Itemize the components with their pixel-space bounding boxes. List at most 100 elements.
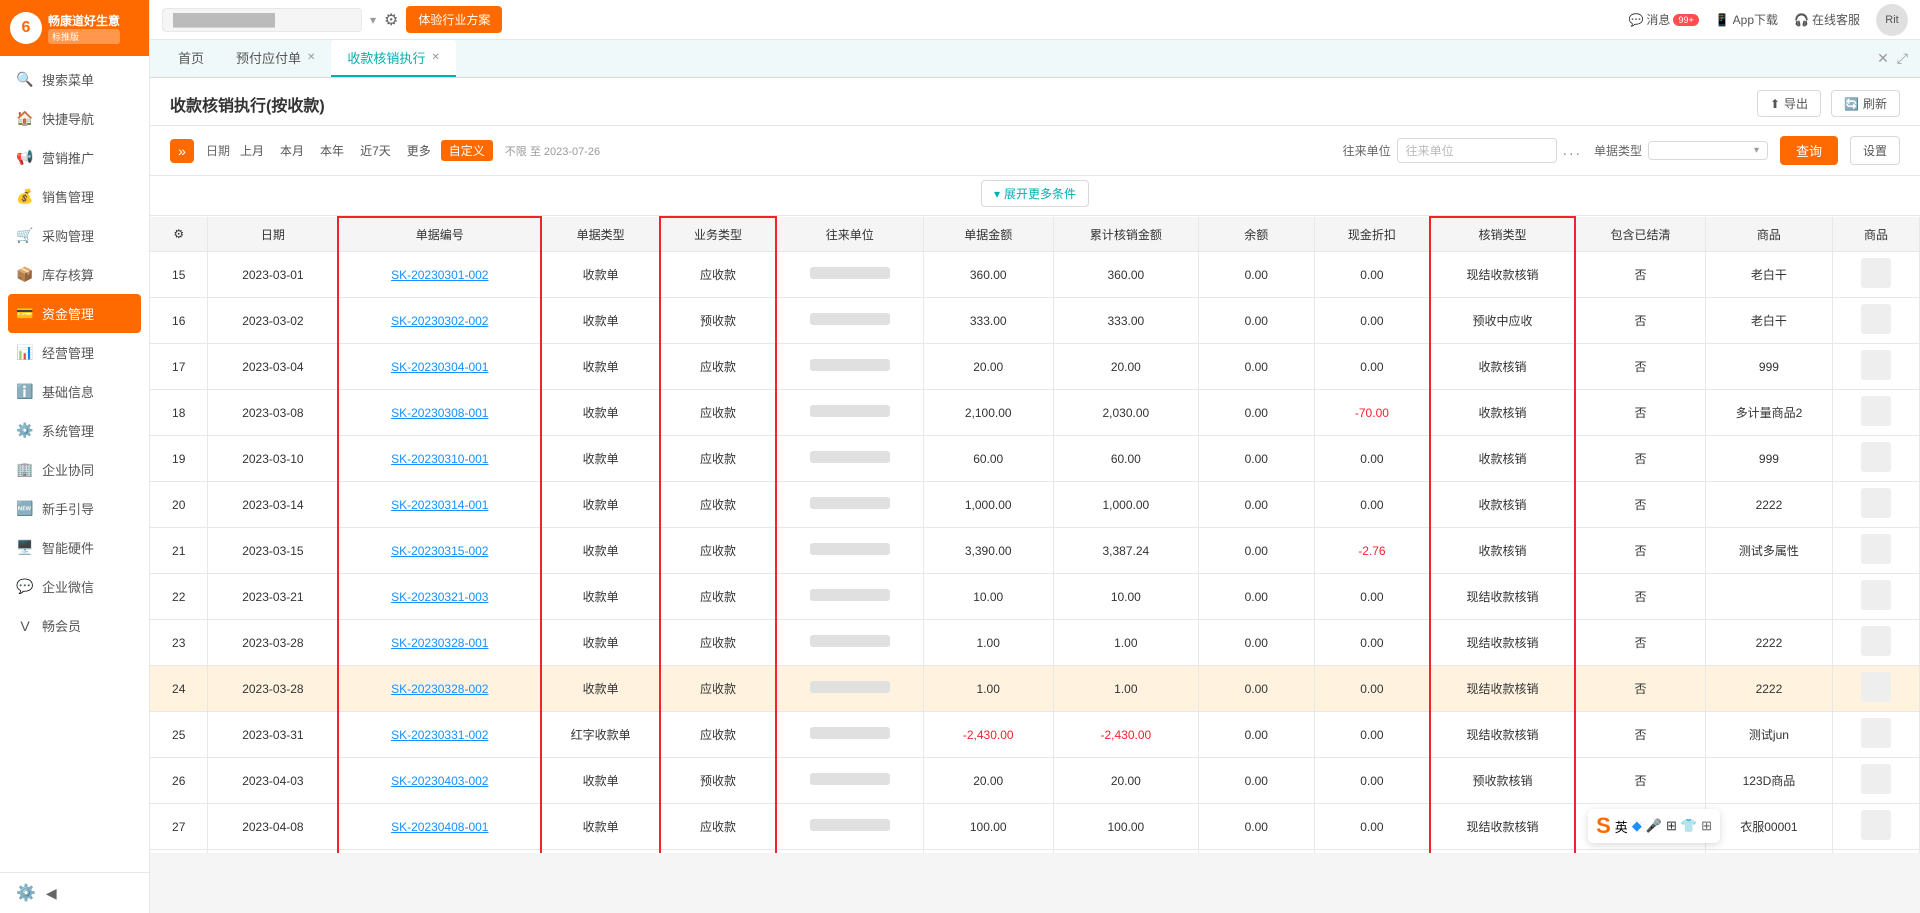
sidebar-item-member[interactable]: V畅会员 — [0, 606, 149, 645]
col-header-verify_amount: 累计核销金额 — [1053, 217, 1198, 252]
sidebar-item-operation[interactable]: 📊经营管理 — [0, 333, 149, 372]
floating-icon-ying[interactable]: 英 — [1615, 817, 1628, 836]
cell-date: 2023-03-15 — [208, 528, 338, 574]
filter-settings-button[interactable]: 设置 — [1850, 136, 1900, 165]
nav-tab-prepay[interactable]: 预付应付单✕ — [220, 40, 331, 77]
cell-date: 2023-03-08 — [208, 390, 338, 436]
floating-icon-mic[interactable]: 🎤 — [1646, 818, 1662, 834]
cell-bill_no[interactable]: SK-20230328-002 — [338, 666, 541, 712]
sidebar-item-corp[interactable]: 🏢企业协同 — [0, 450, 149, 489]
cell-verify_amount: 100.00 — [1053, 850, 1198, 854]
settings-icon[interactable]: ⚙️ — [16, 883, 36, 903]
filter-7days[interactable]: 近7天 — [356, 140, 395, 161]
cell-bill_no[interactable]: SK-20230314-001 — [338, 482, 541, 528]
cell-bill_type: 收款单 — [541, 758, 660, 804]
filter-more[interactable]: 更多 — [403, 140, 435, 161]
bill-no-link[interactable]: SK-20230408-001 — [391, 820, 488, 834]
bill-no-link[interactable]: SK-20230403-002 — [391, 774, 488, 788]
bill-no-link[interactable]: SK-20230304-001 — [391, 360, 488, 374]
cell-index: 15 — [150, 252, 208, 298]
cell-bill_no[interactable]: SK-20230331-002 — [338, 712, 541, 758]
refresh-button[interactable]: 🔄 刷新 — [1831, 90, 1900, 117]
nav-tab-receipts[interactable]: 收款核销执行✕ — [331, 40, 455, 77]
sidebar-item-quicknav[interactable]: 🏠快捷导航 — [0, 99, 149, 138]
app-download-link[interactable]: 📱 App下载 — [1715, 11, 1778, 28]
floating-icon-grid[interactable]: ⊞ — [1666, 818, 1677, 834]
filter-party-select[interactable]: 往来单位 — [1397, 138, 1557, 163]
filter-bill-type-select[interactable]: ▾ — [1648, 141, 1768, 160]
messages-badge: 99+ — [1673, 14, 1698, 26]
sidebar-item-wechat[interactable]: 💬企业微信 — [0, 567, 149, 606]
expand-tabs-icon[interactable]: ⤢ — [1897, 50, 1908, 67]
sidebar-item-search[interactable]: 🔍搜索菜单 — [0, 60, 149, 99]
table-row: 182023-03-08SK-20230308-001收款单应收款2,100.0… — [150, 390, 1920, 436]
messages-link[interactable]: 💬 消息 99+ — [1628, 11, 1698, 28]
cell-bill_no[interactable]: SK-20230418-001 — [338, 850, 541, 854]
cell-date: 2023-03-04 — [208, 344, 338, 390]
cell-bill_no[interactable]: SK-20230315-002 — [338, 528, 541, 574]
bill-no-link[interactable]: SK-20230310-001 — [391, 452, 488, 466]
sidebar-item-guide[interactable]: 🆕新手引导 — [0, 489, 149, 528]
filter-this-year[interactable]: 本年 — [316, 140, 348, 161]
cell-bill_no[interactable]: SK-20230403-002 — [338, 758, 541, 804]
cell-bill_no[interactable]: SK-20230302-002 — [338, 298, 541, 344]
cell-bill_no[interactable]: SK-20230310-001 — [338, 436, 541, 482]
sidebar-item-base[interactable]: ℹ️基础信息 — [0, 372, 149, 411]
sidebar-item-sales[interactable]: 💰销售管理 — [0, 177, 149, 216]
cell-bill_no[interactable]: SK-20230304-001 — [338, 344, 541, 390]
cell-verify_type: 现结收款核销 — [1430, 574, 1575, 620]
export-button[interactable]: ⬆ 导出 — [1757, 90, 1821, 117]
close-all-tabs-icon[interactable]: ✕ — [1877, 50, 1889, 67]
cell-balance: 0.00 — [1198, 344, 1314, 390]
bill-no-link[interactable]: SK-20230301-002 — [391, 268, 488, 282]
sidebar-label-base: 基础信息 — [42, 382, 94, 401]
bill-no-link[interactable]: SK-20230302-002 — [391, 314, 488, 328]
user-avatar[interactable]: Rit — [1876, 4, 1908, 36]
sidebar-item-purchase[interactable]: 🛒采购管理 — [0, 216, 149, 255]
bill-no-link[interactable]: SK-20230328-001 — [391, 636, 488, 650]
page-title: 收款核销执行(按收款) — [170, 92, 325, 116]
floating-icon-shirt[interactable]: 👕 — [1681, 818, 1697, 834]
floating-icon-apps[interactable]: ⊞ — [1701, 818, 1712, 834]
gear-button[interactable]: ⚙ — [384, 10, 398, 30]
cell-bill_no[interactable]: SK-20230408-001 — [338, 804, 541, 850]
sidebar-item-marketing[interactable]: 📢营销推广 — [0, 138, 149, 177]
sidebar-item-inventory[interactable]: 📦库存核算 — [0, 255, 149, 294]
sidebar-item-capital[interactable]: 💳资金管理 — [8, 294, 141, 333]
cell-amount: -2,430.00 — [923, 712, 1053, 758]
bill-no-link[interactable]: SK-20230315-002 — [391, 544, 488, 558]
sidebar-item-hardware[interactable]: 🖥️智能硬件 — [0, 528, 149, 567]
sidebar-label-hardware: 智能硬件 — [42, 538, 94, 557]
cell-verify_type: 收款核销 — [1430, 436, 1575, 482]
cell-bill_no[interactable]: SK-20230321-003 — [338, 574, 541, 620]
cell-bill_no[interactable]: SK-20230328-001 — [338, 620, 541, 666]
bill-no-link[interactable]: SK-20230321-003 — [391, 590, 488, 604]
cell-verify_type: 现结收款核销 — [1430, 804, 1575, 850]
online-service-link[interactable]: 🎧 在线客服 — [1794, 11, 1860, 28]
floating-icon-diamond[interactable]: ◆ — [1632, 818, 1642, 834]
collapse-icon[interactable]: ◀ — [46, 885, 57, 902]
bill-no-link[interactable]: SK-20230308-001 — [391, 406, 488, 420]
sidebar-item-system[interactable]: ⚙️系统管理 — [0, 411, 149, 450]
filter-toggle-button[interactable]: » — [170, 139, 194, 163]
cell-bill_type: 红字收款单 — [541, 712, 660, 758]
col-header-cash_discount: 现金折扣 — [1314, 217, 1430, 252]
filter-last-month[interactable]: 上月 — [236, 140, 268, 161]
tab-close-receipts[interactable]: ✕ — [431, 52, 439, 63]
query-button[interactable]: 查询 — [1780, 136, 1838, 165]
filter-custom-button[interactable]: 自定义 — [441, 140, 493, 161]
solution-button[interactable]: 体验行业方案 — [406, 6, 502, 33]
cell-bill_no[interactable]: SK-20230301-002 — [338, 252, 541, 298]
cell-amount: 3,390.00 — [923, 528, 1053, 574]
expand-conditions-button[interactable]: ▾ 展开更多条件 — [981, 180, 1089, 207]
bill-no-link[interactable]: SK-20230328-002 — [391, 682, 488, 696]
filter-party-dots[interactable]: ... — [1563, 142, 1582, 160]
tab-close-prepay[interactable]: ✕ — [307, 52, 315, 63]
cell-bill_no[interactable]: SK-20230308-001 — [338, 390, 541, 436]
bill-no-link[interactable]: SK-20230314-001 — [391, 498, 488, 512]
table-scroll[interactable]: ⚙日期单据编号单据类型业务类型往来单位单据金额累计核销金额余额现金折扣核销类型包… — [150, 216, 1920, 853]
filter-this-month[interactable]: 本月 — [276, 140, 308, 161]
nav-tab-home[interactable]: 首页 — [162, 40, 220, 77]
topbar-dropdown-arrow[interactable]: ▾ — [370, 13, 376, 27]
bill-no-link[interactable]: SK-20230331-002 — [391, 728, 488, 742]
